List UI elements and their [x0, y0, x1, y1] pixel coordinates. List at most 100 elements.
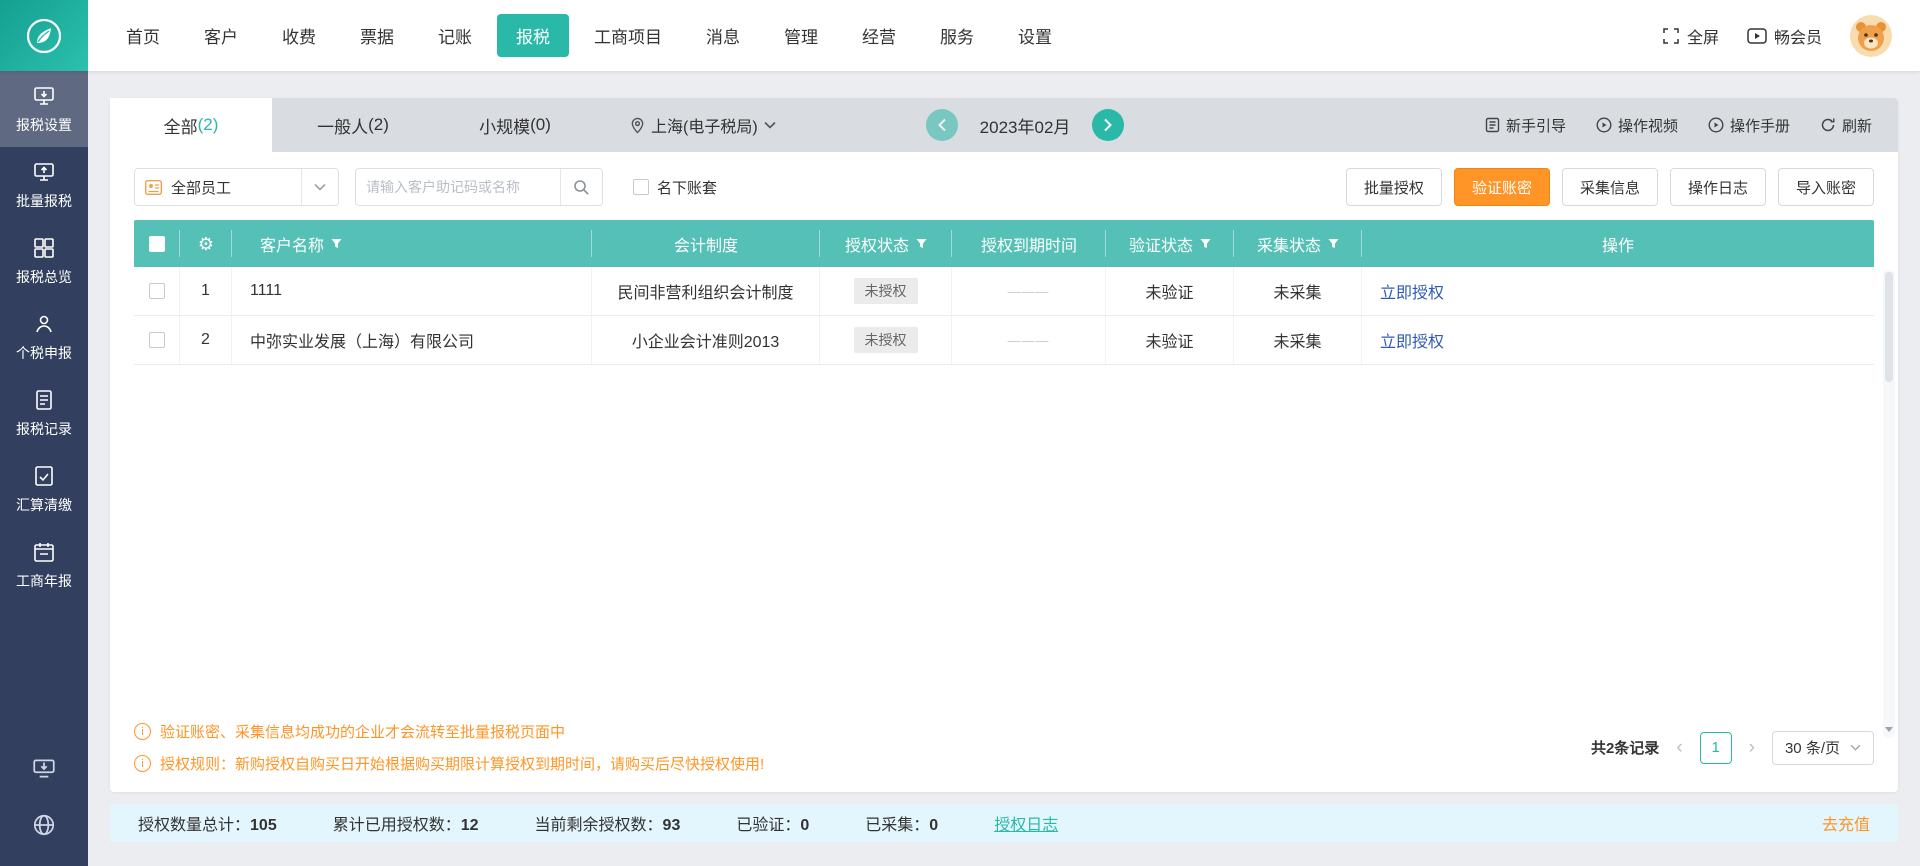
fullscreen-icon — [1663, 27, 1679, 44]
sidebar-item-overview[interactable]: 报税总览 — [0, 223, 88, 299]
nav-item-services[interactable]: 服务 — [921, 14, 993, 57]
tab-label: 小规模 — [479, 117, 531, 137]
sidebar-item-tax-settings[interactable]: 报税设置 — [0, 71, 88, 147]
own-ledger-checkbox[interactable] — [633, 179, 649, 195]
location-pin-icon — [631, 117, 644, 134]
operation-video-link[interactable]: 操作视频 — [1596, 115, 1678, 136]
row-checkbox-cell — [134, 316, 180, 364]
nav-item-management[interactable]: 管理 — [765, 14, 837, 57]
authorize-now-link[interactable]: 立即授权 — [1380, 279, 1444, 303]
collect-info-button[interactable]: 采集信息 — [1561, 168, 1658, 206]
records-icon — [36, 390, 52, 410]
refresh-link[interactable]: 刷新 — [1820, 115, 1872, 136]
sidebar-item-filing-records[interactable]: 报税记录 — [0, 375, 88, 451]
row-checkbox[interactable] — [148, 283, 165, 299]
info-icon: i — [134, 755, 151, 772]
notices: i 验证账密、采集信息均成功的企业才会流转至批量报税页面中 i 授权规则：新购授… — [134, 721, 764, 774]
member-button[interactable]: 畅会员 — [1747, 24, 1822, 48]
vertical-scrollbar[interactable] — [1883, 270, 1895, 738]
auth-expiry-cell: ——— — [952, 316, 1106, 364]
filter-funnel-icon[interactable] — [1200, 238, 1211, 249]
status-badge: 未授权 — [853, 278, 918, 304]
search-button[interactable] — [560, 169, 602, 205]
link-label: 新手引导 — [1505, 117, 1566, 135]
support-globe-icon[interactable] — [31, 812, 57, 838]
chevron-down-icon — [764, 121, 776, 129]
operation-manual-link[interactable]: 操作手册 — [1708, 115, 1790, 136]
main-content: 全部 (2) 一般人 (2) 小规模 (0) 上海(电子税局) 2023年02月… — [88, 71, 1920, 866]
nav-item-bookkeeping[interactable]: 记账 — [419, 14, 491, 57]
prev-month-button[interactable] — [925, 109, 958, 141]
tab-all[interactable]: 全部 (2) — [110, 98, 272, 152]
refresh-icon — [1821, 118, 1835, 132]
filter-funnel-icon[interactable] — [916, 238, 927, 249]
header-label: 客户名称 — [260, 237, 325, 255]
period-label: 2023年02月 — [979, 117, 1071, 137]
authorization-log-link[interactable]: 授权日志 — [994, 811, 1058, 835]
header-label: 会计制度 — [673, 237, 738, 255]
sidebar-item-annual-report[interactable]: 工商年报 — [0, 527, 88, 603]
customer-search-box — [355, 168, 603, 206]
beginner-guide-link[interactable]: 新手引导 — [1485, 115, 1566, 136]
verify-status-cell: 未验证 — [1106, 316, 1234, 364]
nav-item-messages[interactable]: 消息 — [687, 14, 759, 57]
employee-filter-select[interactable]: 全部员工 — [134, 168, 339, 206]
recharge-link[interactable]: 去充值 — [1822, 811, 1870, 835]
region-selector[interactable]: 上海(电子税局) — [630, 113, 776, 137]
panel-content: 全部员工 请输入客户助记码或名称 名下账套 批量授权 验证账密 采集信息 操作日… — [110, 152, 1898, 792]
verify-credentials-button[interactable]: 验证账密 — [1453, 168, 1550, 206]
page-number-button[interactable]: 1 — [1699, 731, 1732, 764]
filter-funnel-icon[interactable] — [1328, 238, 1339, 249]
select-all-checkbox[interactable] — [149, 235, 165, 252]
batch-authorize-button[interactable]: 批量授权 — [1345, 168, 1442, 206]
tab-count: (0) — [530, 115, 551, 134]
actions-cell: 立即授权 — [1362, 316, 1874, 364]
nav-item-tax-filing[interactable]: 报税 — [497, 14, 569, 57]
collect-status-cell: 未采集 — [1234, 267, 1362, 315]
sidebar-item-personal-tax[interactable]: 个税申报 — [0, 299, 88, 375]
play-circle-icon — [1708, 117, 1724, 133]
table-row: 2 中弥实业发展（上海）有限公司 小企业会计准则2013 未授权 ——— 未验证… — [134, 316, 1874, 365]
sidebar-item-settlement[interactable]: 汇算清缴 — [0, 451, 88, 527]
link-label: 操作手册 — [1729, 117, 1790, 135]
nav-item-home[interactable]: 首页 — [107, 14, 179, 57]
header-customer-name: 客户名称 — [232, 220, 592, 267]
tab-general-taxpayer[interactable]: 一般人 (2) — [272, 98, 434, 152]
scrollbar-down-button[interactable] — [1883, 722, 1895, 737]
pagination: 共2条记录 ‹ 1 › 30 条/页 — [1591, 730, 1874, 765]
nav-item-customers[interactable]: 客户 — [185, 14, 257, 57]
operation-log-button[interactable]: 操作日志 — [1669, 168, 1766, 206]
sidebar-item-label: 报税记录 — [16, 421, 72, 437]
header-label: 授权到期时间 — [980, 237, 1077, 255]
status-verified-count: 已验证：0 — [736, 817, 810, 834]
authorize-now-link[interactable]: 立即授权 — [1380, 328, 1444, 352]
sidebar-item-label: 报税设置 — [16, 117, 72, 133]
scrollbar-thumb[interactable] — [1885, 272, 1893, 382]
tab-small-scale[interactable]: 小规模 (0) — [434, 98, 596, 152]
nav-item-settings[interactable]: 设置 — [999, 14, 1071, 57]
download-client-icon[interactable] — [31, 756, 57, 782]
nav-item-business-projects[interactable]: 工商项目 — [575, 14, 681, 57]
column-settings-gear-icon[interactable]: ⚙ — [198, 235, 214, 253]
nav-item-invoices[interactable]: 票据 — [341, 14, 413, 57]
period-navigator: 2023年02月 — [925, 109, 1125, 141]
table-header: ⚙ 客户名称 会计制度 授权状态 授权到期时间 验证状态 采集状态 操作 — [134, 220, 1874, 267]
next-page-button[interactable]: › — [1746, 737, 1758, 759]
sidebar-bottom-tools — [0, 756, 88, 866]
nav-item-operations[interactable]: 经营 — [843, 14, 915, 57]
header-label: 采集状态 — [1256, 237, 1321, 255]
user-avatar[interactable] — [1850, 14, 1892, 57]
sidebar-item-batch-filing[interactable]: 批量报税 — [0, 147, 88, 223]
own-ledger-label: 名下账套 — [657, 179, 718, 197]
filter-funnel-icon[interactable] — [331, 238, 342, 249]
prev-page-button[interactable]: ‹ — [1673, 737, 1685, 759]
next-month-button[interactable] — [1092, 109, 1125, 141]
nav-item-billing[interactable]: 收费 — [263, 14, 335, 57]
import-credentials-button[interactable]: 导入账密 — [1777, 168, 1874, 206]
page-size-select[interactable]: 30 条/页 — [1771, 730, 1874, 765]
fullscreen-button[interactable]: 全屏 — [1662, 24, 1719, 48]
app-root: 首页 客户 收费 票据 记账 报税 工商项目 消息 管理 经营 服务 设置 全屏 — [0, 0, 1920, 866]
employee-badge-icon — [145, 179, 162, 195]
customer-search-input[interactable] — [356, 179, 560, 195]
row-checkbox[interactable] — [148, 332, 165, 348]
